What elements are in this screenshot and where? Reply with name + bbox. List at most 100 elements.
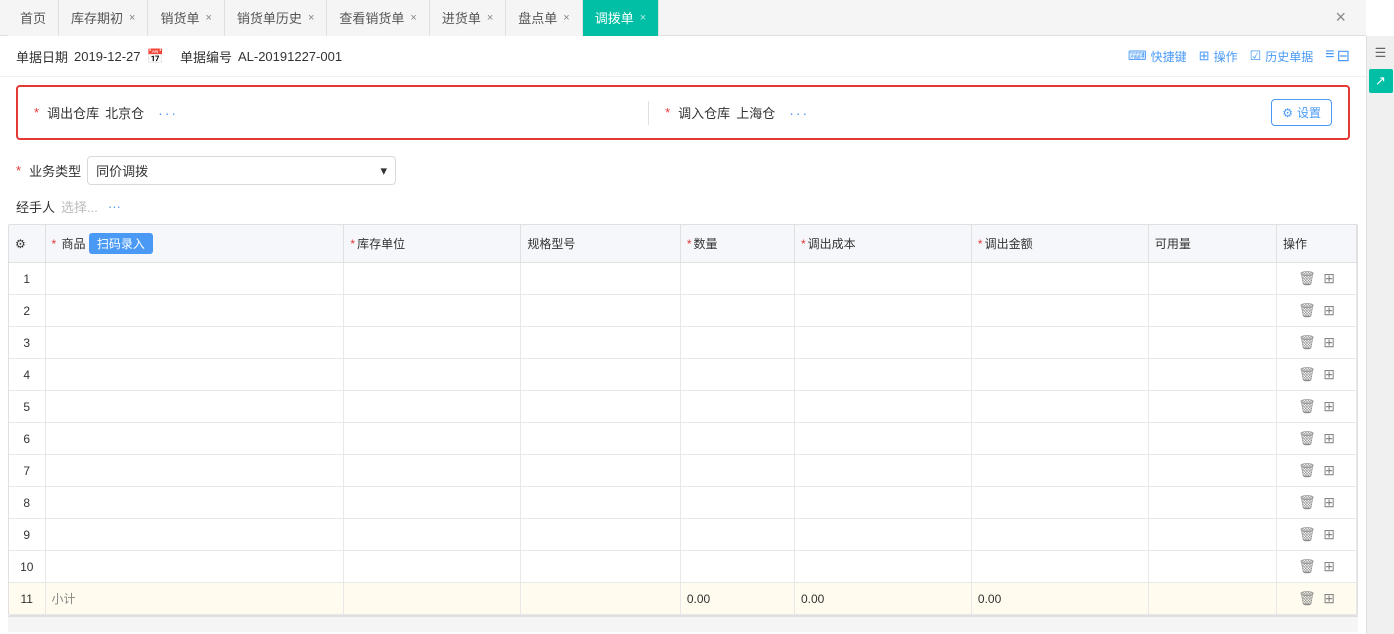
unit-cell[interactable] — [344, 455, 521, 487]
out-warehouse-dots[interactable]: ··· — [158, 105, 178, 121]
amount-cell[interactable] — [971, 551, 1148, 583]
unit-cell[interactable] — [344, 551, 521, 583]
list-view-icon[interactable]: ≡ — [1325, 46, 1334, 66]
delete-icon[interactable]: 🗑 — [1298, 302, 1316, 319]
cost-cell[interactable] — [795, 487, 972, 519]
spec-cell[interactable] — [521, 263, 680, 295]
quantity-cell[interactable] — [680, 295, 794, 327]
spec-cell[interactable] — [521, 487, 680, 519]
product-cell[interactable] — [45, 263, 344, 295]
operator-dots[interactable]: ··· — [108, 199, 121, 214]
cost-cell[interactable] — [795, 295, 972, 327]
quantity-cell[interactable] — [680, 455, 794, 487]
quantity-cell[interactable] — [680, 519, 794, 551]
operations-action[interactable]: ⊞ 操作 — [1199, 48, 1238, 65]
amount-cell[interactable] — [971, 423, 1148, 455]
cost-cell[interactable] — [795, 455, 972, 487]
copy-icon[interactable]: ⊞ — [1323, 590, 1335, 607]
spec-cell[interactable] — [521, 519, 680, 551]
copy-icon[interactable]: ⊞ — [1323, 366, 1335, 383]
delete-icon[interactable]: 🗑 — [1298, 462, 1316, 479]
close-inventory-check[interactable]: × — [563, 12, 569, 24]
cost-cell[interactable] — [795, 519, 972, 551]
quantity-cell[interactable] — [680, 391, 794, 423]
copy-icon[interactable]: ⊞ — [1323, 270, 1335, 287]
amount-cell[interactable] — [971, 263, 1148, 295]
view-toggle[interactable]: ≡ ⊟ — [1325, 46, 1350, 66]
history-action[interactable]: ☑ 历史单据 — [1250, 48, 1314, 65]
spec-cell[interactable] — [521, 391, 680, 423]
delete-icon[interactable]: 🗑 — [1298, 430, 1316, 447]
amount-cell[interactable] — [971, 391, 1148, 423]
product-cell[interactable] — [45, 391, 344, 423]
product-cell[interactable] — [45, 327, 344, 359]
unit-cell[interactable] — [344, 327, 521, 359]
quantity-cell[interactable] — [680, 359, 794, 391]
unit-cell[interactable] — [344, 263, 521, 295]
amount-cell[interactable] — [971, 487, 1148, 519]
cost-cell[interactable] — [795, 551, 972, 583]
operator-input[interactable]: 选择... — [61, 197, 98, 216]
delete-icon[interactable]: 🗑 — [1298, 526, 1316, 543]
cost-cell[interactable] — [795, 263, 972, 295]
close-sales-order[interactable]: × — [205, 12, 211, 24]
copy-icon[interactable]: ⊞ — [1323, 302, 1335, 319]
spec-cell[interactable] — [521, 455, 680, 487]
amount-cell[interactable] — [971, 455, 1148, 487]
spec-cell[interactable] — [521, 327, 680, 359]
tab-purchase-order[interactable]: 进货单 × — [430, 0, 506, 36]
amount-cell[interactable] — [971, 295, 1148, 327]
in-warehouse-dots[interactable]: ··· — [789, 105, 809, 121]
unit-cell[interactable] — [344, 359, 521, 391]
product-cell[interactable] — [45, 455, 344, 487]
cost-cell[interactable] — [795, 359, 972, 391]
quantity-cell[interactable] — [680, 487, 794, 519]
copy-icon[interactable]: ⊞ — [1323, 334, 1335, 351]
delete-icon[interactable]: 🗑 — [1298, 398, 1316, 415]
scan-entry-button[interactable]: 扫码录入 — [89, 233, 153, 254]
close-sales-history[interactable]: × — [308, 12, 314, 24]
copy-icon[interactable]: ⊞ — [1323, 494, 1335, 511]
settings-gear-button[interactable]: ⚙ 设置 — [1271, 99, 1332, 126]
cost-cell[interactable] — [795, 423, 972, 455]
sidebar-list-icon[interactable]: ☰ — [1369, 41, 1393, 65]
product-cell[interactable] — [45, 551, 344, 583]
cost-cell[interactable] — [795, 327, 972, 359]
tab-sales-history[interactable]: 销货单历史 × — [225, 0, 327, 36]
window-close-button[interactable]: × — [1323, 7, 1358, 28]
amount-cell[interactable] — [971, 519, 1148, 551]
amount-cell[interactable] — [971, 327, 1148, 359]
delete-icon[interactable]: 🗑 — [1298, 494, 1316, 511]
unit-cell[interactable] — [344, 487, 521, 519]
amount-cell[interactable] — [971, 359, 1148, 391]
unit-cell[interactable] — [344, 295, 521, 327]
copy-icon[interactable]: ⊞ — [1323, 462, 1335, 479]
product-cell[interactable] — [45, 295, 344, 327]
unit-cell[interactable] — [344, 391, 521, 423]
scroll-area[interactable] — [8, 616, 1358, 632]
tab-sales-order[interactable]: 销货单 × — [148, 0, 224, 36]
business-type-select[interactable]: 同价调拨 ▾ — [87, 156, 396, 185]
spec-cell[interactable] — [521, 295, 680, 327]
delete-icon[interactable]: 🗑 — [1298, 590, 1316, 607]
close-view-sales[interactable]: × — [410, 12, 416, 24]
unit-cell[interactable] — [344, 519, 521, 551]
th-gear[interactable]: ⚙ — [9, 225, 45, 263]
spec-cell[interactable] — [521, 423, 680, 455]
copy-icon[interactable]: ⊞ — [1323, 430, 1335, 447]
cost-cell[interactable] — [795, 391, 972, 423]
close-purchase-order[interactable]: × — [487, 12, 493, 24]
unit-cell[interactable] — [344, 423, 521, 455]
calendar-icon[interactable]: 📅 — [147, 48, 164, 65]
tab-transfer-order[interactable]: 调拨单 × — [583, 0, 659, 36]
copy-icon[interactable]: ⊞ — [1323, 558, 1335, 575]
tab-inventory-check[interactable]: 盘点单 × — [506, 0, 582, 36]
product-cell[interactable] — [45, 487, 344, 519]
spec-cell[interactable] — [521, 359, 680, 391]
close-transfer-order[interactable]: × — [640, 12, 646, 24]
quantity-cell[interactable] — [680, 423, 794, 455]
shortcut-action[interactable]: ⌨ 快捷键 — [1128, 48, 1187, 65]
tab-home[interactable]: 首页 — [8, 0, 59, 36]
grid-view-icon[interactable]: ⊟ — [1337, 46, 1350, 66]
product-cell[interactable] — [45, 423, 344, 455]
